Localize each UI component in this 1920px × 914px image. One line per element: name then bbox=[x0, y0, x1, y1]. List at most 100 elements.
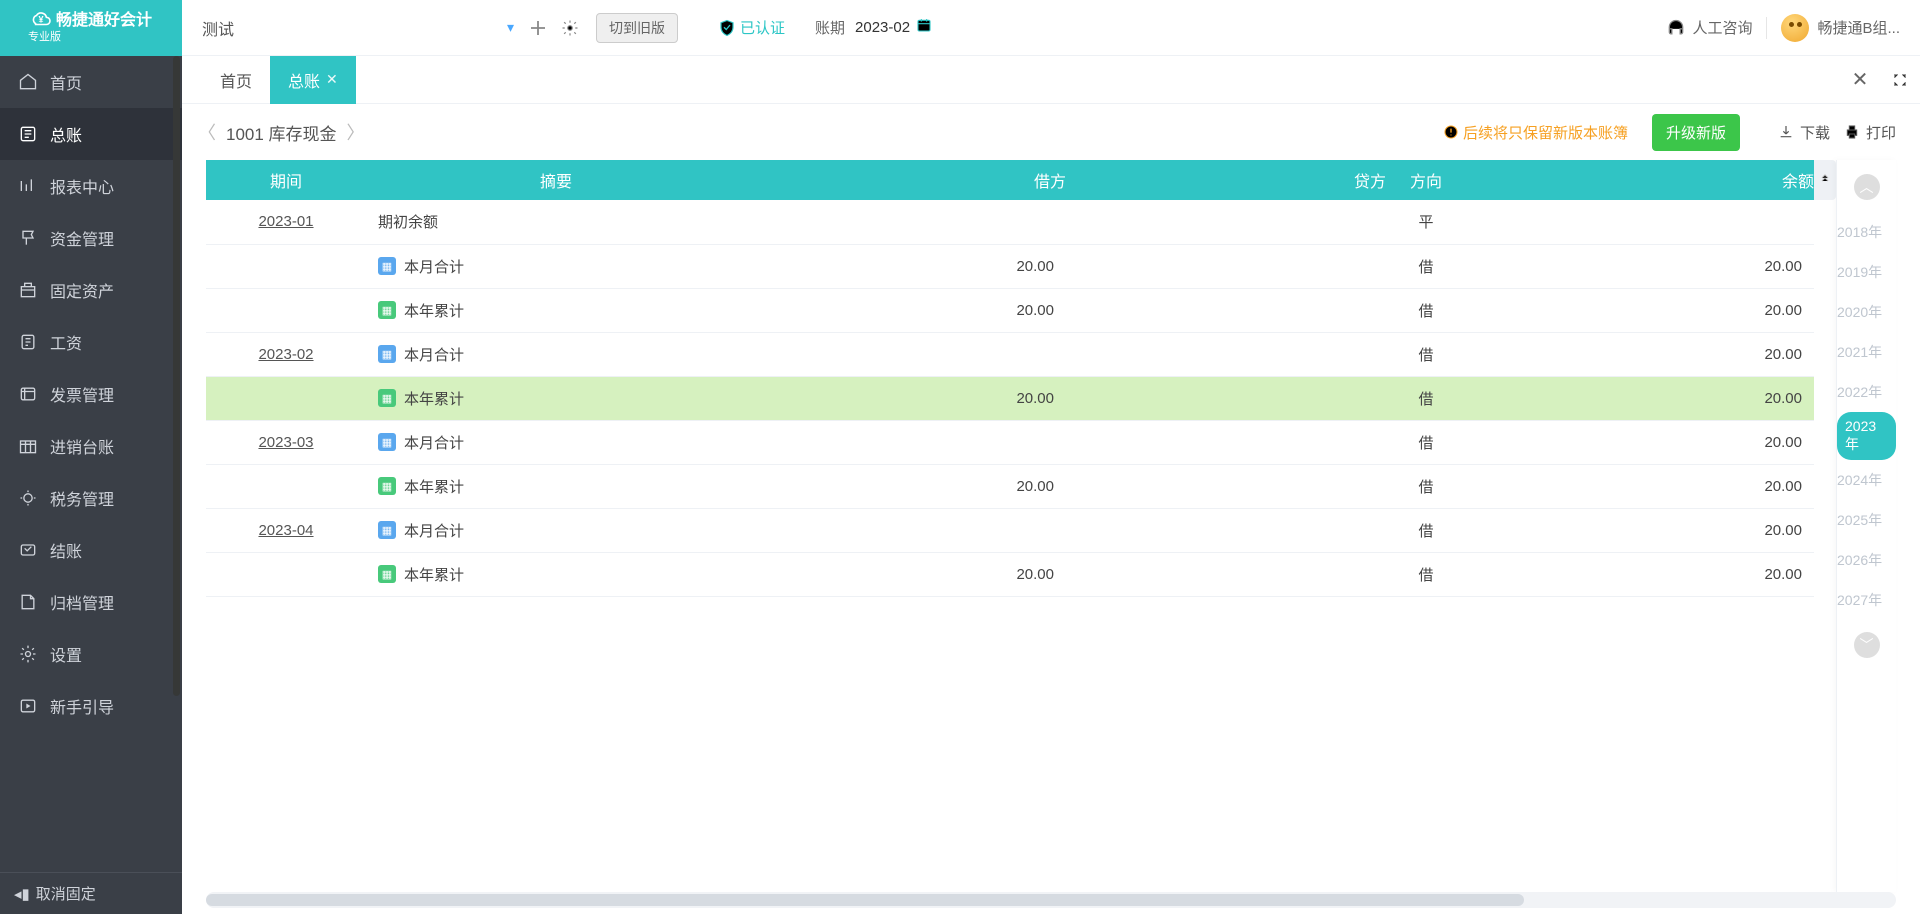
cell-balance: 20.00 bbox=[1466, 332, 1814, 376]
cell-balance: 20.00 bbox=[1466, 244, 1814, 288]
nav-item-3[interactable]: 资金管理 bbox=[0, 212, 182, 264]
nav-item-9[interactable]: 结账 bbox=[0, 524, 182, 576]
cell-direction: 借 bbox=[1386, 420, 1466, 464]
summary-text: 本月合计 bbox=[404, 432, 464, 453]
month-icon: ▦ bbox=[378, 257, 396, 275]
nav-item-2[interactable]: 报表中心 bbox=[0, 160, 182, 212]
nav-label: 报表中心 bbox=[50, 174, 114, 198]
nav-icon bbox=[18, 436, 38, 456]
nav-item-4[interactable]: 固定资产 bbox=[0, 264, 182, 316]
cell-balance bbox=[1466, 200, 1814, 244]
upgrade-button[interactable]: 升级新版 bbox=[1652, 114, 1740, 151]
company-name: 测试 bbox=[202, 16, 234, 40]
col-header: 期间 bbox=[206, 160, 366, 200]
headset-icon bbox=[1666, 18, 1686, 38]
year-icon: ▦ bbox=[378, 389, 396, 407]
nav-icon bbox=[18, 124, 38, 144]
nav-label: 总账 bbox=[50, 122, 82, 146]
next-account-button[interactable]: 〉 bbox=[341, 117, 371, 147]
page-tabs: 首页总账✕ ✕ bbox=[182, 56, 1920, 104]
tab-1[interactable]: 总账✕ bbox=[270, 56, 356, 104]
chevron-left-icon bbox=[1819, 174, 1831, 186]
year-scroll-down[interactable]: ﹀ bbox=[1854, 632, 1880, 658]
info-icon bbox=[1443, 124, 1459, 140]
period-link[interactable]: 2023-02 bbox=[258, 346, 313, 363]
avatar-icon bbox=[1781, 14, 1809, 42]
account-title: 1001 库存现金 bbox=[226, 120, 337, 145]
svg-text:¥: ¥ bbox=[38, 15, 43, 25]
period-label: 账期 bbox=[815, 17, 845, 38]
tab-0[interactable]: 首页 bbox=[202, 56, 270, 104]
summary-text: 期初余额 bbox=[378, 214, 438, 231]
col-header: 余额 bbox=[1466, 160, 1814, 200]
horizontal-scrollbar[interactable] bbox=[206, 892, 1896, 908]
period-link[interactable]: 2023-04 bbox=[258, 522, 313, 539]
close-tab-button[interactable]: ✕ bbox=[1840, 67, 1880, 92]
nav-item-5[interactable]: 工资 bbox=[0, 316, 182, 368]
nav-label: 进销台账 bbox=[50, 434, 114, 458]
old-version-button[interactable]: 切到旧版 bbox=[596, 13, 678, 43]
cell-balance: 20.00 bbox=[1466, 552, 1814, 596]
nav-item-0[interactable]: 首页 bbox=[0, 56, 182, 108]
year-icon: ▦ bbox=[378, 477, 396, 495]
period-value[interactable]: 2023-02 bbox=[855, 19, 910, 36]
year-item[interactable]: 2020年 bbox=[1837, 292, 1896, 332]
nav-scrollbar[interactable] bbox=[173, 56, 180, 914]
nav-label: 结账 bbox=[50, 538, 82, 562]
col-header: 摘要 bbox=[366, 160, 746, 200]
month-icon: ▦ bbox=[378, 521, 396, 539]
verified-badge: 已认证 bbox=[718, 17, 785, 38]
tab-close-icon[interactable]: ✕ bbox=[326, 71, 338, 88]
year-scroll-up[interactable]: ︿ bbox=[1854, 174, 1880, 200]
year-item[interactable]: 2021年 bbox=[1837, 332, 1896, 372]
year-item[interactable]: 2023年 bbox=[1837, 412, 1896, 460]
unpin-button[interactable]: ◂▮ 取消固定 bbox=[0, 872, 182, 914]
shield-check-icon bbox=[718, 19, 736, 37]
print-button[interactable]: 打印 bbox=[1844, 122, 1896, 143]
year-item[interactable]: 2025年 bbox=[1837, 500, 1896, 540]
user-menu[interactable]: 畅捷通B组... bbox=[1781, 14, 1900, 42]
collapse-icon: ◂▮ bbox=[14, 885, 30, 903]
cell-balance: 20.00 bbox=[1466, 420, 1814, 464]
divider bbox=[1766, 17, 1767, 39]
summary-text: 本月合计 bbox=[404, 344, 464, 365]
table-row: ▦本年累计20.00借20.00 bbox=[206, 464, 1814, 508]
cell-debit: 20.00 bbox=[746, 464, 1066, 508]
fullscreen-button[interactable] bbox=[1880, 72, 1920, 88]
nav-item-8[interactable]: 税务管理 bbox=[0, 472, 182, 524]
add-button[interactable] bbox=[522, 12, 554, 44]
year-item[interactable]: 2022年 bbox=[1837, 372, 1896, 412]
nav-item-1[interactable]: 总账 bbox=[0, 108, 182, 160]
nav-icon bbox=[18, 384, 38, 404]
table-row: ▦本年累计20.00借20.00 bbox=[206, 288, 1814, 332]
year-item[interactable]: 2027年 bbox=[1837, 580, 1896, 620]
period-link[interactable]: 2023-01 bbox=[258, 213, 313, 230]
nav-icon bbox=[18, 592, 38, 612]
brand-name: 畅捷通好会计 bbox=[56, 12, 152, 30]
collapse-panel-button[interactable] bbox=[1814, 160, 1836, 200]
prev-account-button[interactable]: 〈 bbox=[192, 117, 222, 147]
cell-debit bbox=[746, 332, 1066, 376]
consult-button[interactable]: 人工咨询 bbox=[1666, 17, 1752, 38]
year-item[interactable]: 2018年 bbox=[1837, 212, 1896, 252]
calendar-icon[interactable] bbox=[916, 17, 932, 38]
nav-item-10[interactable]: 归档管理 bbox=[0, 576, 182, 628]
settings-button[interactable] bbox=[554, 12, 586, 44]
period-link[interactable]: 2023-03 bbox=[258, 434, 313, 451]
year-icon: ▦ bbox=[378, 565, 396, 583]
nav-item-6[interactable]: 发票管理 bbox=[0, 368, 182, 420]
table-row: 2023-04▦本月合计借20.00 bbox=[206, 508, 1814, 552]
summary-text: 本月合计 bbox=[404, 256, 464, 277]
download-button[interactable]: 下载 bbox=[1778, 122, 1830, 143]
company-selector[interactable]: 测试 ▾ bbox=[202, 16, 522, 40]
nav-item-7[interactable]: 进销台账 bbox=[0, 420, 182, 472]
year-item[interactable]: 2024年 bbox=[1837, 460, 1896, 500]
year-item[interactable]: 2026年 bbox=[1837, 540, 1896, 580]
nav-label: 首页 bbox=[50, 70, 82, 94]
gear-icon bbox=[561, 19, 579, 37]
year-item[interactable]: 2019年 bbox=[1837, 252, 1896, 292]
nav-item-11[interactable]: 设置 bbox=[0, 628, 182, 680]
nav-item-12[interactable]: 新手引导 bbox=[0, 680, 182, 732]
table-row: 2023-01期初余额平 bbox=[206, 200, 1814, 244]
brand-logo[interactable]: ¥ 畅捷通好会计 专业版 bbox=[0, 0, 182, 56]
